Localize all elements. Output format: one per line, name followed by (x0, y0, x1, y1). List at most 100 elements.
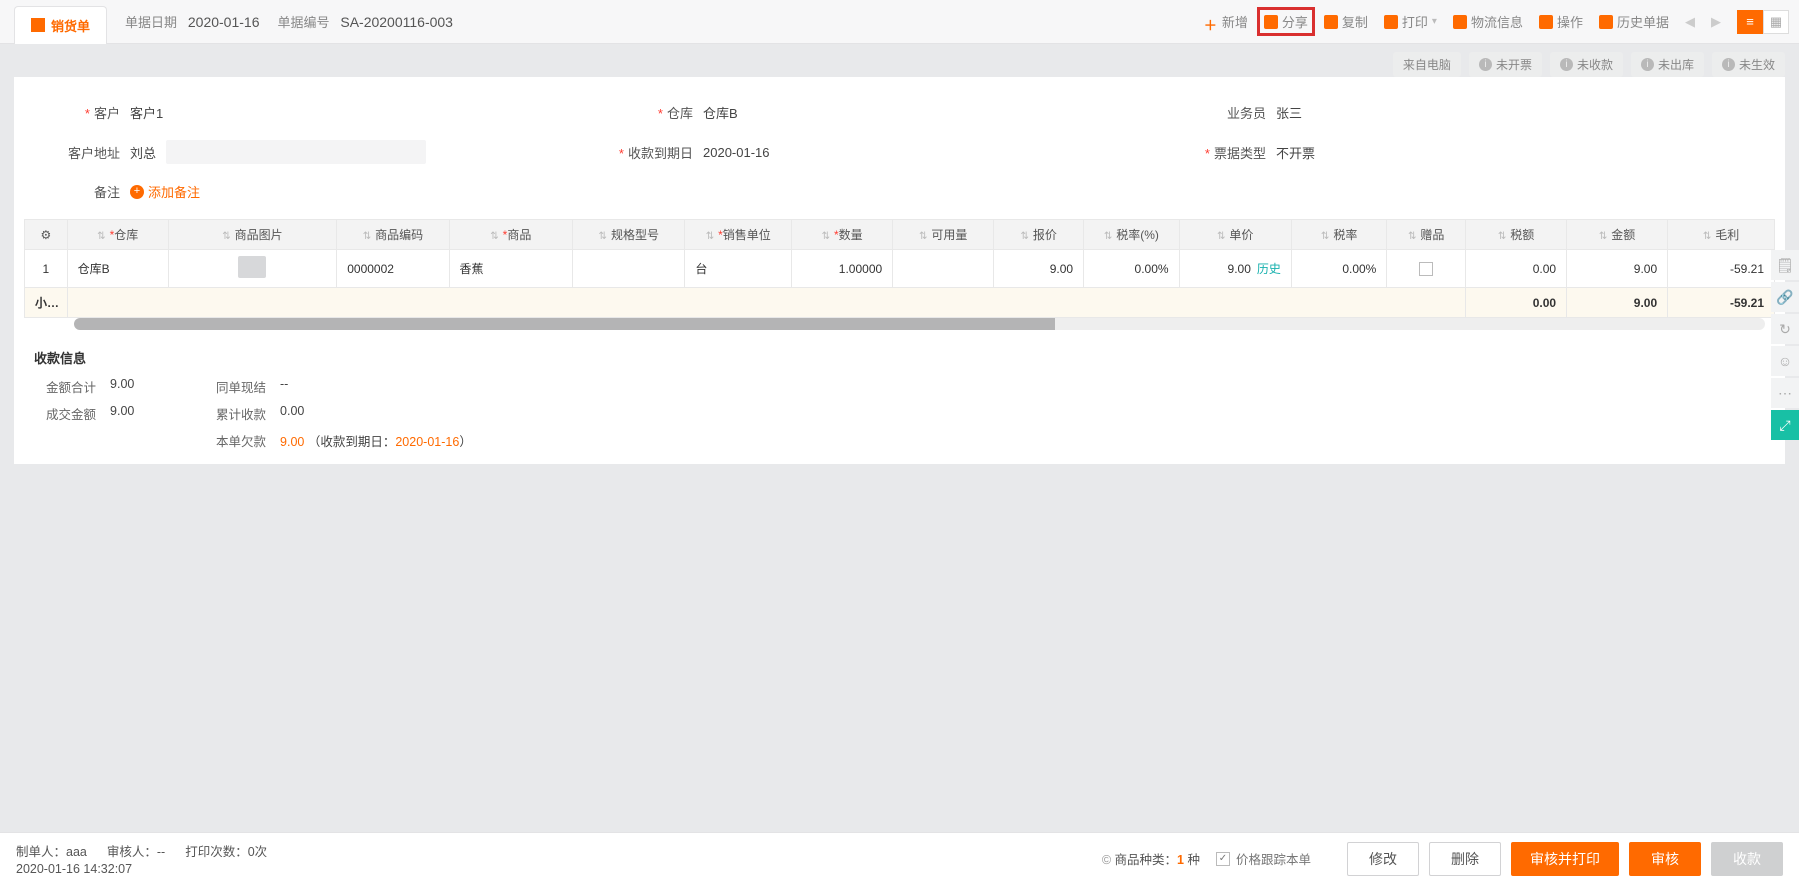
field-due-date: *收款到期日 2020-01-16 (613, 140, 1186, 164)
col-code[interactable]: ⇅商品编码 (337, 220, 449, 250)
badge-no-out-stock[interactable]: i未出库 (1631, 52, 1704, 77)
cell-available (893, 250, 994, 288)
audit-button[interactable]: 审核 (1629, 842, 1701, 876)
delete-button[interactable]: 删除 (1429, 842, 1501, 876)
cell-qty: 1.00000 (792, 250, 893, 288)
horizontal-scrollbar[interactable] (74, 318, 1765, 330)
col-available[interactable]: ⇅可用量 (893, 220, 994, 250)
col-tax-rate[interactable]: ⇅税率 (1291, 220, 1386, 250)
col-gift[interactable]: ⇅赠品 (1387, 220, 1466, 250)
info-icon: i (1722, 58, 1735, 71)
top-actions: ＋新增 分享 复制 打印▾ 物流信息 操作 历史单据 ◀ ▶ ≡ ▦ (1198, 8, 1789, 35)
main-card: *客户 客户1 *仓库 仓库B 业务员 张三 客户地址 刘总 *收款到期日 20… (14, 77, 1785, 464)
view-list-button[interactable]: ≡ (1737, 10, 1763, 34)
new-button[interactable]: ＋新增 (1198, 8, 1254, 35)
dock-refresh-icon[interactable]: ↻ (1771, 314, 1799, 344)
badge-no-invoice[interactable]: i未开票 (1469, 52, 1542, 77)
plus-circle-icon: + (130, 185, 144, 199)
col-discount-rate[interactable]: ⇅税率(%) (1084, 220, 1179, 250)
next-arrow[interactable]: ▶ (1705, 14, 1727, 30)
col-warehouse[interactable]: ⇅*仓库 (67, 220, 168, 250)
total-value: 9.00 (110, 377, 134, 396)
auditor-value: -- (157, 845, 165, 859)
sales-order-icon (31, 18, 45, 32)
operate-button[interactable]: 操作 (1533, 8, 1589, 35)
prev-arrow[interactable]: ◀ (1679, 14, 1701, 30)
badge-no-receipt[interactable]: i未收款 (1550, 52, 1623, 77)
copy-button[interactable]: 复制 (1318, 8, 1374, 35)
payment-section-title: 收款信息 (14, 330, 1785, 377)
footer-buttons: 修改 删除 审核并打印 审核 收款 (1347, 842, 1783, 876)
owed-value: 9.00 （收款到期日：2020-01-16） (280, 431, 472, 450)
bill-date-label: 单据日期 (125, 15, 177, 30)
field-customer: *客户 客户1 (40, 103, 613, 122)
tab-title: 销货单 (51, 16, 90, 35)
same-order-value: -- (280, 377, 288, 396)
dock-user-icon[interactable]: ☺ (1771, 346, 1799, 376)
col-tax-amount[interactable]: ⇅税额 (1465, 220, 1566, 250)
gift-checkbox[interactable] (1419, 262, 1433, 276)
history-link[interactable]: 历史 (1257, 262, 1281, 276)
customer-addr-prefix: 刘总 (130, 143, 156, 162)
col-sale-unit[interactable]: ⇅*销售单位 (685, 220, 792, 250)
dock-note-icon[interactable]: 🗒 (1771, 250, 1799, 280)
receive-button[interactable]: 收款 (1711, 842, 1783, 876)
print-button[interactable]: 打印▾ (1378, 8, 1443, 35)
bill-no-label: 单据编号 (278, 15, 330, 30)
view-grid-button[interactable]: ▦ (1763, 10, 1789, 34)
audit-print-button[interactable]: 审核并打印 (1511, 842, 1619, 876)
badge-not-effective[interactable]: i未生效 (1712, 52, 1785, 77)
subtotal-row: 小计 0.00 9.00 -59.21 (25, 288, 1775, 318)
line-items-table-wrap: ⚙ ⇅*仓库 ⇅商品图片 ⇅商品编码 ⇅*商品 ⇅规格型号 ⇅*销售单位 ⇅*数… (14, 219, 1785, 330)
print-icon (1384, 15, 1398, 29)
dock-link-icon[interactable]: 🔗 (1771, 282, 1799, 312)
col-qty[interactable]: ⇅*数量 (792, 220, 893, 250)
warehouse-value: 仓库B (703, 103, 738, 122)
follow-price-checkbox[interactable]: ✓ 价格跟踪本单 (1216, 849, 1311, 868)
dock-more-icon[interactable]: ⋯ (1771, 378, 1799, 408)
table-row[interactable]: 1 仓库B 0000002 香蕉 台 1.00000 9.00 0.00% 9.… (25, 250, 1775, 288)
table-header-row: ⚙ ⇅*仓库 ⇅商品图片 ⇅商品编码 ⇅*商品 ⇅规格型号 ⇅*销售单位 ⇅*数… (25, 220, 1775, 250)
footer-mid: © 商品种类：1 种 ✓ 价格跟踪本单 (1102, 849, 1311, 868)
col-quote[interactable]: ⇅报价 (994, 220, 1084, 250)
cell-unit-price: 9.00历史 (1179, 250, 1291, 288)
active-tab[interactable]: 销货单 (14, 6, 107, 44)
customer-addr-redacted (166, 140, 426, 164)
operate-icon (1539, 15, 1553, 29)
col-profit[interactable]: ⇅毛利 (1668, 220, 1775, 250)
cell-product: 香蕉 (449, 250, 573, 288)
col-amount[interactable]: ⇅金额 (1567, 220, 1668, 250)
col-product[interactable]: ⇅*商品 (449, 220, 573, 250)
share-icon (1264, 15, 1278, 29)
field-note: 备注 + 添加备注 (40, 182, 1759, 201)
info-icon: i (1560, 58, 1573, 71)
product-image-placeholder (238, 256, 266, 278)
modify-button[interactable]: 修改 (1347, 842, 1419, 876)
col-image[interactable]: ⇅商品图片 (168, 220, 336, 250)
history-button[interactable]: 历史单据 (1593, 8, 1675, 35)
cell-sale-unit: 台 (685, 250, 792, 288)
col-spec[interactable]: ⇅规格型号 (573, 220, 685, 250)
col-unit-price[interactable]: ⇅单价 (1179, 220, 1291, 250)
salesman-value: 张三 (1276, 103, 1302, 122)
view-toggle: ≡ ▦ (1737, 10, 1789, 34)
creator-value: aaa (66, 845, 87, 859)
cell-tax-rate: 0.00% (1291, 250, 1386, 288)
badge-source: 来自电脑 (1393, 52, 1461, 77)
subtotal-tax-amount: 0.00 (1465, 288, 1566, 318)
info-icon: i (1479, 58, 1492, 71)
cell-warehouse: 仓库B (67, 250, 168, 288)
gear-header[interactable]: ⚙ (25, 220, 68, 250)
subtotal-profit: -59.21 (1668, 288, 1775, 318)
dock-expand-icon[interactable]: ⤢ (1771, 410, 1799, 440)
bill-date-value: 2020-01-16 (188, 14, 260, 30)
checkbox-icon: ✓ (1216, 852, 1230, 866)
add-note-link[interactable]: + 添加备注 (130, 182, 200, 201)
footer-left: 制单人：aaa 审核人：-- 打印次数：0次 2020-01-16 14:32:… (16, 841, 267, 876)
chevron-down-icon: ▾ (1432, 16, 1437, 27)
field-salesman: 业务员 张三 (1186, 103, 1759, 122)
logistics-button[interactable]: 物流信息 (1447, 8, 1529, 35)
accumulated-value: 0.00 (280, 404, 304, 423)
share-button[interactable]: 分享 (1258, 8, 1314, 35)
footer-timestamp: 2020-01-16 14:32:07 (16, 862, 267, 876)
